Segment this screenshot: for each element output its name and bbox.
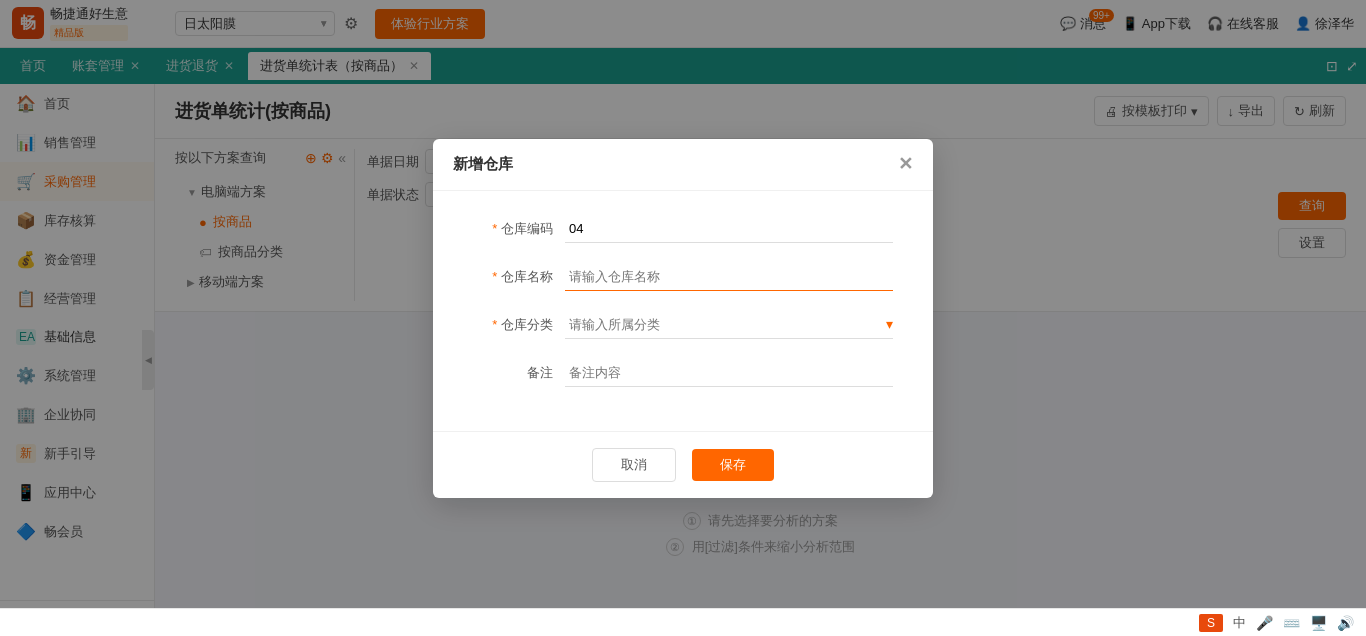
modal-close-button[interactable]: ✕ [898, 155, 913, 173]
warehouse-name-label: 仓库名称 [473, 268, 553, 286]
warehouse-category-label: 仓库分类 [473, 316, 553, 334]
modal-footer: 取消 保存 [433, 431, 933, 498]
warehouse-note-input[interactable] [565, 359, 893, 387]
modal-header: 新增仓库 ✕ [433, 139, 933, 191]
warehouse-note-row: 备注 [473, 359, 893, 387]
warehouse-category-select-wrap[interactable]: ▾ [565, 311, 893, 339]
microphone-icon[interactable]: 🎤 [1256, 615, 1273, 631]
modal-overlay[interactable]: 新增仓库 ✕ 仓库编码 仓库名称 仓库分类 ▾ [0, 0, 1366, 636]
warehouse-code-label: 仓库编码 [473, 220, 553, 238]
warehouse-code-row: 仓库编码 [473, 215, 893, 243]
volume-icon[interactable]: 🔊 [1337, 615, 1354, 631]
warehouse-category-row: 仓库分类 ▾ [473, 311, 893, 339]
s-logo-icon[interactable]: S [1199, 614, 1223, 632]
bottom-bar: S 中 🎤 ⌨️ 🖥️ 🔊 [0, 608, 1366, 636]
keyboard-icon[interactable]: ⌨️ [1283, 615, 1300, 631]
new-warehouse-modal: 新增仓库 ✕ 仓库编码 仓库名称 仓库分类 ▾ [433, 139, 933, 498]
modal-body: 仓库编码 仓库名称 仓库分类 ▾ 备注 [433, 191, 933, 431]
warehouse-name-input[interactable] [565, 263, 893, 291]
category-dropdown-icon[interactable]: ▾ [886, 316, 893, 332]
warehouse-category-input[interactable] [565, 311, 886, 338]
chinese-input-label[interactable]: 中 [1233, 614, 1246, 632]
modal-title: 新增仓库 [453, 155, 513, 174]
warehouse-code-input[interactable] [565, 215, 893, 243]
warehouse-name-row: 仓库名称 [473, 263, 893, 291]
save-button[interactable]: 保存 [692, 449, 774, 481]
cancel-button[interactable]: 取消 [592, 448, 676, 482]
warehouse-note-label: 备注 [473, 364, 553, 382]
monitor-icon[interactable]: 🖥️ [1310, 615, 1327, 631]
